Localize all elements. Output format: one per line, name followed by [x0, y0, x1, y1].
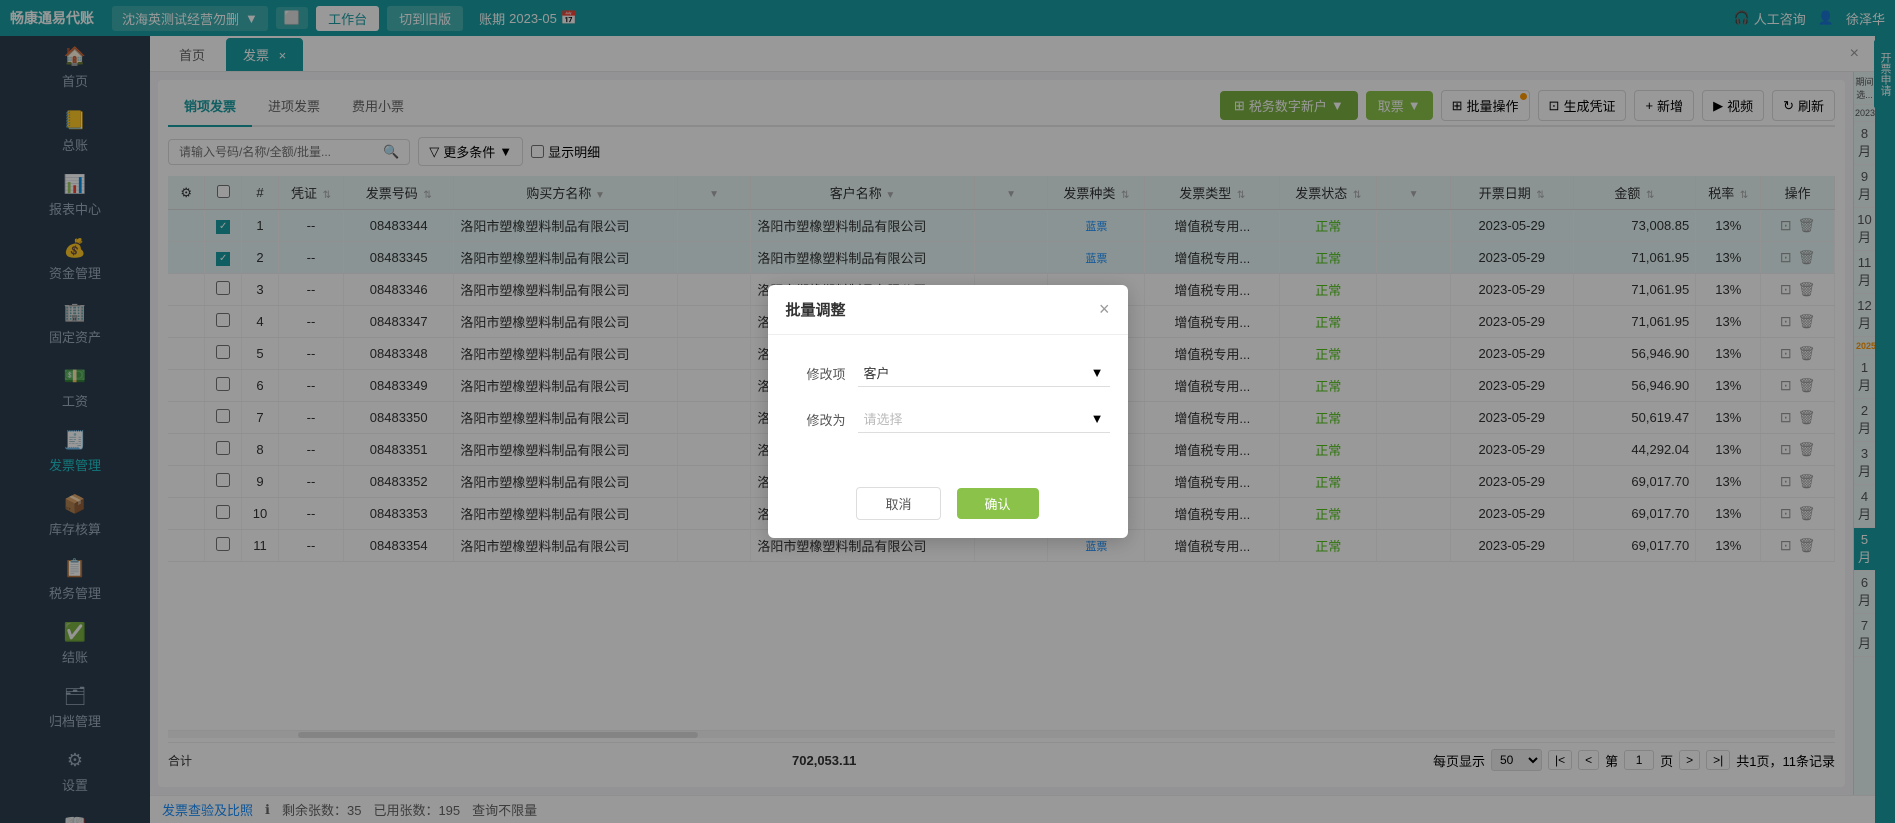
field-select-value: 客户 — [864, 363, 890, 382]
value-select-arrow: ▼ — [1091, 411, 1104, 426]
field-label: 修改项 — [786, 364, 846, 383]
form-row-field: 修改项 客户 ▼ — [786, 359, 1110, 387]
modal-title: 批量调整 — [786, 299, 1099, 320]
value-select[interactable]: 请选择 ▼ — [858, 405, 1110, 433]
modal-footer: 取消 确认 — [768, 475, 1128, 538]
confirm-btn[interactable]: 确认 — [957, 488, 1039, 519]
value-label: 修改为 — [786, 410, 846, 429]
modal-close-btn[interactable]: × — [1099, 299, 1110, 320]
modal-overlay[interactable]: 批量调整 × 修改项 客户 ▼ 修改为 请选择 ▼ 取消 确认 — [0, 0, 1895, 823]
value-select-placeholder: 请选择 — [864, 409, 903, 428]
modal-header: 批量调整 × — [768, 285, 1128, 335]
modal-body: 修改项 客户 ▼ 修改为 请选择 ▼ — [768, 335, 1128, 475]
field-select[interactable]: 客户 ▼ — [858, 359, 1110, 387]
field-select-arrow: ▼ — [1091, 365, 1104, 380]
batch-adjust-modal: 批量调整 × 修改项 客户 ▼ 修改为 请选择 ▼ 取消 确认 — [768, 285, 1128, 538]
cancel-btn[interactable]: 取消 — [856, 487, 940, 520]
form-row-value: 修改为 请选择 ▼ — [786, 405, 1110, 433]
